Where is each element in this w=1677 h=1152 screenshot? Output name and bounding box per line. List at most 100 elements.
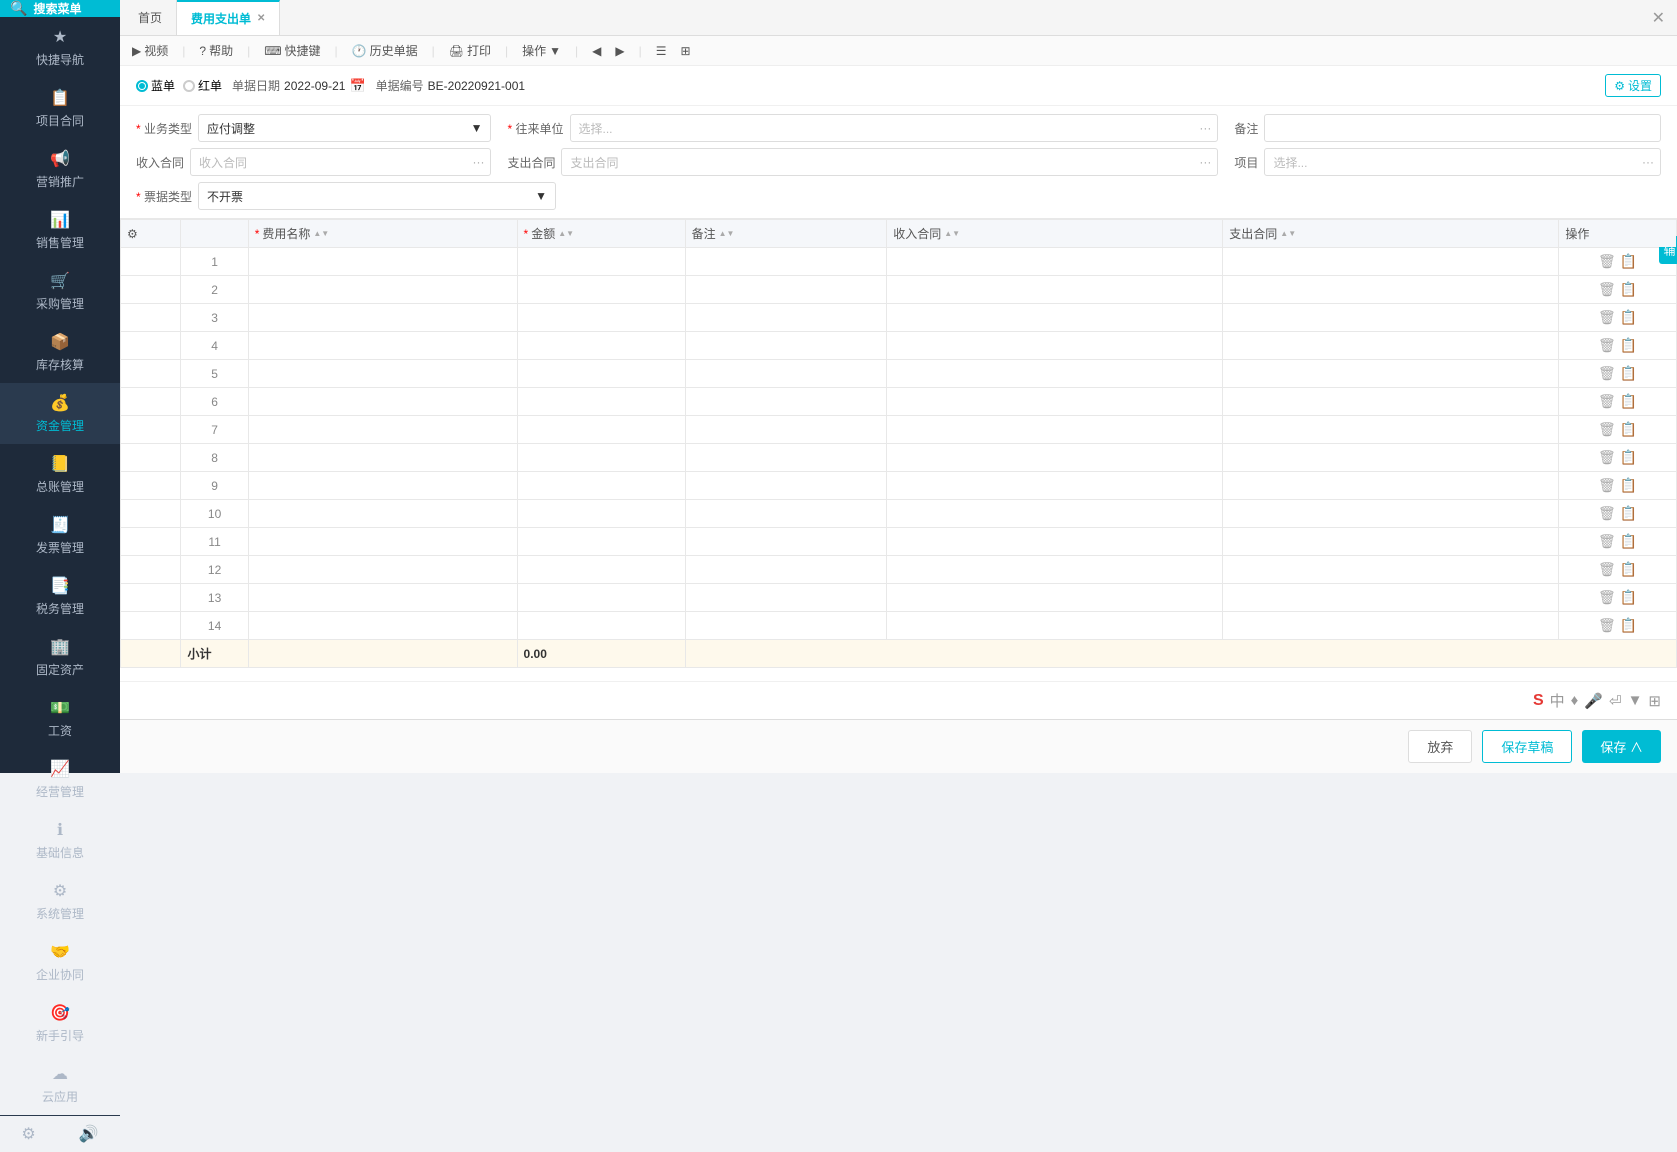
- row-amount-cell[interactable]: [517, 248, 685, 276]
- income-contract-input[interactable]: 收入合同 ···: [190, 148, 491, 176]
- row-copy-icon[interactable]: 📋: [1620, 449, 1637, 466]
- row-expense-cell[interactable]: [1223, 332, 1559, 360]
- sidebar-item-sales[interactable]: 📊 销售管理: [0, 200, 120, 261]
- toolbar-print-btn[interactable]: 🖨 打印: [449, 42, 491, 59]
- row-amount-cell[interactable]: [517, 388, 685, 416]
- row-delete-icon[interactable]: 🗑: [1598, 589, 1616, 606]
- tab-close-icon[interactable]: ✕: [257, 13, 265, 24]
- row-amount-cell[interactable]: [517, 360, 685, 388]
- row-amount-cell[interactable]: [517, 500, 685, 528]
- tab-expense[interactable]: 费用支出单 ✕: [177, 0, 280, 35]
- discard-button[interactable]: 放弃: [1408, 730, 1472, 763]
- row-copy-icon[interactable]: 📋: [1620, 253, 1637, 270]
- calendar-icon[interactable]: 📅: [349, 78, 365, 94]
- sidebar-item-accounting[interactable]: 📒 总账管理: [0, 444, 120, 505]
- toolbar-nav-left-btn[interactable]: ◀: [592, 44, 601, 58]
- row-name-cell[interactable]: [248, 528, 517, 556]
- row-amount-cell[interactable]: [517, 472, 685, 500]
- window-close-icon[interactable]: ✕: [1652, 8, 1665, 28]
- row-delete-icon[interactable]: 🗑: [1598, 505, 1616, 522]
- sort-icon-amount[interactable]: ▲▼: [558, 230, 574, 238]
- row-income-cell[interactable]: [887, 416, 1223, 444]
- row-income-cell[interactable]: [887, 444, 1223, 472]
- sidebar-item-marketing[interactable]: 📢 营销推广: [0, 139, 120, 200]
- expense-contract-input[interactable]: 支出合同 ···: [561, 148, 1218, 176]
- toolbar-operations-btn[interactable]: 操作 ▼: [522, 42, 561, 59]
- row-income-cell[interactable]: [887, 276, 1223, 304]
- row-name-cell[interactable]: [248, 360, 517, 388]
- blue-radio[interactable]: 蓝单: [136, 77, 175, 94]
- sort-icon-income[interactable]: ▲▼: [944, 230, 960, 238]
- row-name-cell[interactable]: [248, 472, 517, 500]
- sidebar-item-sys[interactable]: ⚙ 系统管理: [0, 871, 120, 932]
- footer-icon-down[interactable]: ▼: [1628, 692, 1643, 709]
- row-income-cell[interactable]: [887, 304, 1223, 332]
- sidebar-item-fund[interactable]: 💰 资金管理: [0, 383, 120, 444]
- row-amount-cell[interactable]: [517, 528, 685, 556]
- row-income-cell[interactable]: [887, 360, 1223, 388]
- footer-icon-mic[interactable]: 🎤: [1584, 692, 1603, 710]
- footer-icon-grid[interactable]: ⊞: [1648, 692, 1661, 710]
- th-income-contract[interactable]: 收入合同 ▲▼: [887, 220, 1223, 248]
- row-expense-cell[interactable]: [1223, 248, 1559, 276]
- toolbar-shortcut-btn[interactable]: ⌨ 快捷键: [264, 42, 320, 59]
- row-delete-icon[interactable]: 🗑: [1598, 393, 1616, 410]
- row-amount-cell[interactable]: [517, 276, 685, 304]
- row-note-cell[interactable]: [685, 304, 887, 332]
- toolbar-video-btn[interactable]: ▶ 视频: [132, 42, 168, 59]
- save-button[interactable]: 保存 ∧: [1582, 730, 1661, 763]
- row-expense-cell[interactable]: [1223, 556, 1559, 584]
- row-name-cell[interactable]: [248, 388, 517, 416]
- row-expense-cell[interactable]: [1223, 304, 1559, 332]
- number-value[interactable]: BE-20220921-001: [428, 79, 525, 93]
- project-input[interactable]: 选择... ···: [1264, 148, 1661, 176]
- row-copy-icon[interactable]: 📋: [1620, 421, 1637, 438]
- row-name-cell[interactable]: [248, 444, 517, 472]
- row-income-cell[interactable]: [887, 584, 1223, 612]
- row-copy-icon[interactable]: 📋: [1620, 505, 1637, 522]
- row-delete-icon[interactable]: 🗑: [1598, 253, 1616, 270]
- footer-icon-chinese[interactable]: 中: [1550, 690, 1565, 711]
- row-expense-cell[interactable]: [1223, 360, 1559, 388]
- row-name-cell[interactable]: [248, 416, 517, 444]
- settings-button[interactable]: ⚙ 设置: [1605, 74, 1661, 97]
- row-note-cell[interactable]: [685, 584, 887, 612]
- sidebar-item-new-guide[interactable]: 🎯 新手引导: [0, 993, 120, 1054]
- sidebar-item-payroll[interactable]: 💵 工资: [0, 688, 120, 749]
- row-copy-icon[interactable]: 📋: [1620, 617, 1637, 634]
- sidebar-item-invoice[interactable]: 🧾 发票管理: [0, 505, 120, 566]
- sort-icon-note[interactable]: ▲▼: [719, 230, 735, 238]
- row-expense-cell[interactable]: [1223, 388, 1559, 416]
- row-amount-cell[interactable]: [517, 556, 685, 584]
- row-copy-icon[interactable]: 📋: [1620, 533, 1637, 550]
- row-copy-icon[interactable]: 📋: [1620, 337, 1637, 354]
- sidebar-search-label[interactable]: 搜索菜单: [33, 0, 81, 17]
- notes-input[interactable]: [1264, 114, 1661, 142]
- th-amount[interactable]: * 金额 ▲▼: [517, 220, 685, 248]
- row-copy-icon[interactable]: 📋: [1620, 561, 1637, 578]
- th-gear[interactable]: ⚙: [121, 220, 181, 248]
- row-amount-cell[interactable]: [517, 332, 685, 360]
- sidebar-item-enterprise[interactable]: 🤝 企业协同: [0, 932, 120, 993]
- row-note-cell[interactable]: [685, 500, 887, 528]
- row-income-cell[interactable]: [887, 332, 1223, 360]
- row-name-cell[interactable]: [248, 248, 517, 276]
- th-name[interactable]: * 费用名称 ▲▼: [248, 220, 517, 248]
- row-income-cell[interactable]: [887, 248, 1223, 276]
- volume-icon[interactable]: 🔊: [79, 1124, 99, 1144]
- row-expense-cell[interactable]: [1223, 472, 1559, 500]
- row-expense-cell[interactable]: [1223, 500, 1559, 528]
- row-income-cell[interactable]: [887, 528, 1223, 556]
- row-delete-icon[interactable]: 🗑: [1598, 449, 1616, 466]
- row-amount-cell[interactable]: [517, 416, 685, 444]
- row-delete-icon[interactable]: 🗑: [1598, 421, 1616, 438]
- row-note-cell[interactable]: [685, 612, 887, 640]
- row-expense-cell[interactable]: [1223, 276, 1559, 304]
- row-note-cell[interactable]: [685, 416, 887, 444]
- row-note-cell[interactable]: [685, 248, 887, 276]
- row-copy-icon[interactable]: 📋: [1620, 477, 1637, 494]
- sort-icon-name[interactable]: ▲▼: [313, 230, 329, 238]
- row-income-cell[interactable]: [887, 500, 1223, 528]
- row-income-cell[interactable]: [887, 388, 1223, 416]
- toolbar-list-view-btn[interactable]: ☰: [656, 44, 667, 58]
